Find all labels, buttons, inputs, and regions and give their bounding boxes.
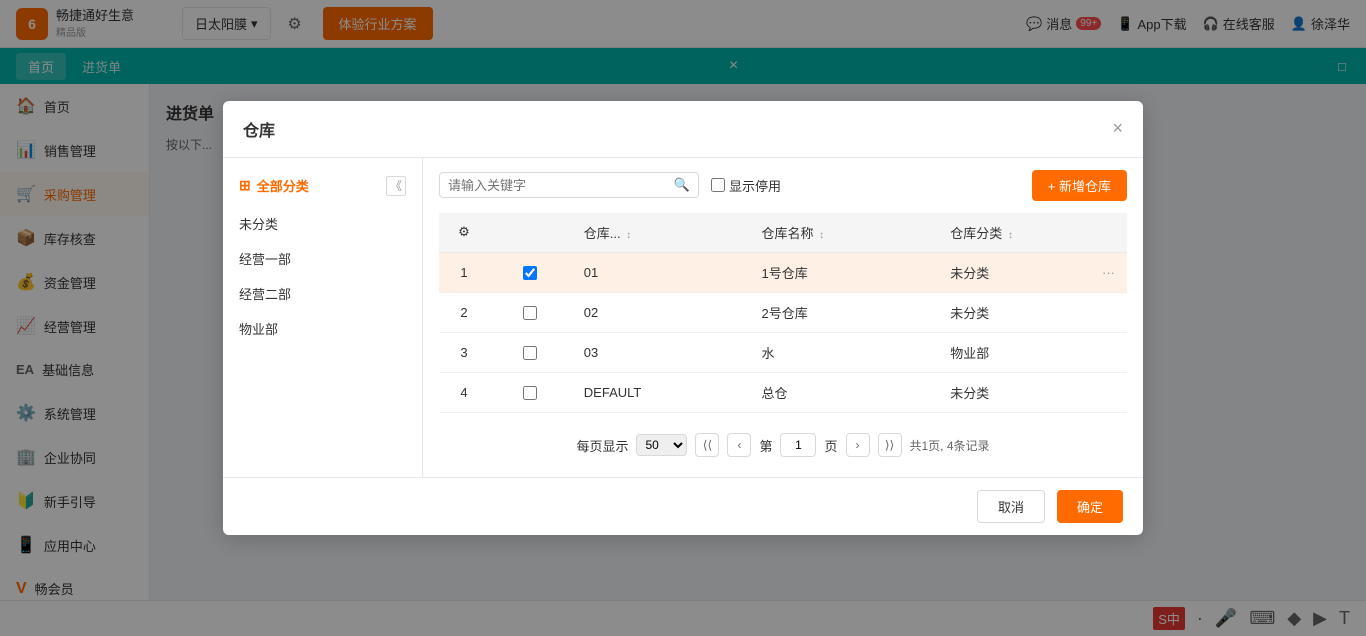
page-size-select: 50 20 100 [636,434,687,456]
next-page-button[interactable]: › [846,433,870,457]
sort-icon-name: ↕ [819,230,824,241]
row-code: 03 [572,333,750,373]
row-name: 2号仓库 [750,293,939,333]
modal-overlay: 仓库 × ⊞ 全部分类 《 未分类 经营一部 经营二部 物业部 [0,0,1366,636]
row-index: 2 [439,293,489,333]
row-checkbox[interactable] [523,306,537,320]
table-head: ⚙ 仓库... ↕ 仓库名称 ↕ 仓库分类 ↕ [439,213,1127,253]
col-category: 仓库分类 ↕ [938,213,1127,253]
col-checkbox [489,213,572,253]
disabled-checkbox[interactable] [711,178,725,192]
row-checkbox-cell [489,293,572,333]
sort-icon-category: ↕ [1008,230,1013,241]
modal-body: ⊞ 全部分类 《 未分类 经营一部 经营二部 物业部 [223,158,1143,478]
row-category: 物业部 [938,333,1127,373]
category-collapse-button[interactable]: 《 [386,176,406,196]
grid-icon: ⊞ [239,177,251,194]
col-name: 仓库名称 ↕ [750,213,939,253]
category-title-area: ⊞ 全部分类 [239,176,309,195]
row-name: 1号仓库 [750,252,939,293]
search-box: 🔍 [439,172,699,198]
last-page-button[interactable]: ⟩⟩ [878,433,902,457]
row-index: 1 [439,252,489,293]
page-number-input[interactable] [780,433,816,457]
total-info: 共1页, 4条记录 [910,437,990,454]
per-page-label: 每页显示 [576,436,628,455]
category-item-property[interactable]: 物业部 [223,311,422,346]
prev-page-button[interactable]: ‹ [727,433,751,457]
category-item-ops1[interactable]: 经营一部 [223,241,422,276]
modal-header: 仓库 × [223,101,1143,158]
row-name: 水 [750,333,939,373]
row-checkbox-cell [489,333,572,373]
row-code: 01 [572,252,750,293]
row-checkbox[interactable] [523,386,537,400]
table-row[interactable]: 3 03 水 物业部 [439,333,1127,373]
row-index: 4 [439,373,489,413]
search-input[interactable] [448,178,674,193]
table-row[interactable]: 4 DEFAULT 总仓 未分类 [439,373,1127,413]
row-category: 未分类 ··· [938,253,1127,293]
row-checkbox[interactable] [523,266,537,280]
sort-icon-code: ↕ [626,230,631,241]
modal-close-button[interactable]: × [1112,118,1123,139]
table-panel: 🔍 显示停用 + 新增仓库 ⚙ [423,158,1143,478]
col-settings: ⚙ [439,213,489,253]
row-code: DEFAULT [572,373,750,413]
category-header: ⊞ 全部分类 《 [223,170,422,206]
modal-footer: 取消 确定 [223,477,1143,535]
page-size-dropdown[interactable]: 50 20 100 [636,434,687,456]
pagination: 每页显示 50 20 100 ⟨⟨ ‹ 第 页 › ⟩⟩ [439,425,1127,465]
table-header-row: ⚙ 仓库... ↕ 仓库名称 ↕ 仓库分类 ↕ [439,213,1127,253]
row-actions[interactable]: ··· [1102,265,1115,280]
table-row[interactable]: 1 01 1号仓库 未分类 ··· [439,252,1127,293]
category-panel: ⊞ 全部分类 《 未分类 经营一部 经营二部 物业部 [223,158,423,478]
page-unit-label: 页 [824,436,837,455]
page-prefix-label: 第 [759,436,772,455]
row-checkbox-cell [489,373,572,413]
show-disabled-checkbox[interactable]: 显示停用 [711,176,781,195]
row-index: 3 [439,333,489,373]
add-warehouse-button[interactable]: + 新增仓库 [1032,170,1127,201]
category-item-ops2[interactable]: 经营二部 [223,276,422,311]
show-disabled-label: 显示停用 [729,176,781,195]
row-name: 总仓 [750,373,939,413]
confirm-button[interactable]: 确定 [1057,490,1123,523]
row-category: 未分类 [938,373,1127,413]
category-all-label[interactable]: 全部分类 [257,176,309,195]
row-checkbox-cell [489,252,572,293]
table-container: ⚙ 仓库... ↕ 仓库名称 ↕ 仓库分类 ↕ [439,213,1127,414]
col-code: 仓库... ↕ [572,213,750,253]
warehouse-modal: 仓库 × ⊞ 全部分类 《 未分类 经营一部 经营二部 物业部 [223,101,1143,536]
table-body: 1 01 1号仓库 未分类 ··· 2 02 2号仓库 未分类 3 03 水 物… [439,252,1127,413]
first-page-button[interactable]: ⟨⟨ [695,433,719,457]
table-row[interactable]: 2 02 2号仓库 未分类 [439,293,1127,333]
warehouse-table: ⚙ 仓库... ↕ 仓库名称 ↕ 仓库分类 ↕ [439,213,1127,414]
row-code: 02 [572,293,750,333]
category-item-unclassified[interactable]: 未分类 [223,206,422,241]
search-icon[interactable]: 🔍 [674,177,690,193]
row-checkbox[interactable] [523,346,537,360]
cancel-button[interactable]: 取消 [977,490,1045,523]
table-toolbar: 🔍 显示停用 + 新增仓库 [439,170,1127,201]
modal-title: 仓库 [243,117,275,141]
row-category: 未分类 [938,293,1127,333]
